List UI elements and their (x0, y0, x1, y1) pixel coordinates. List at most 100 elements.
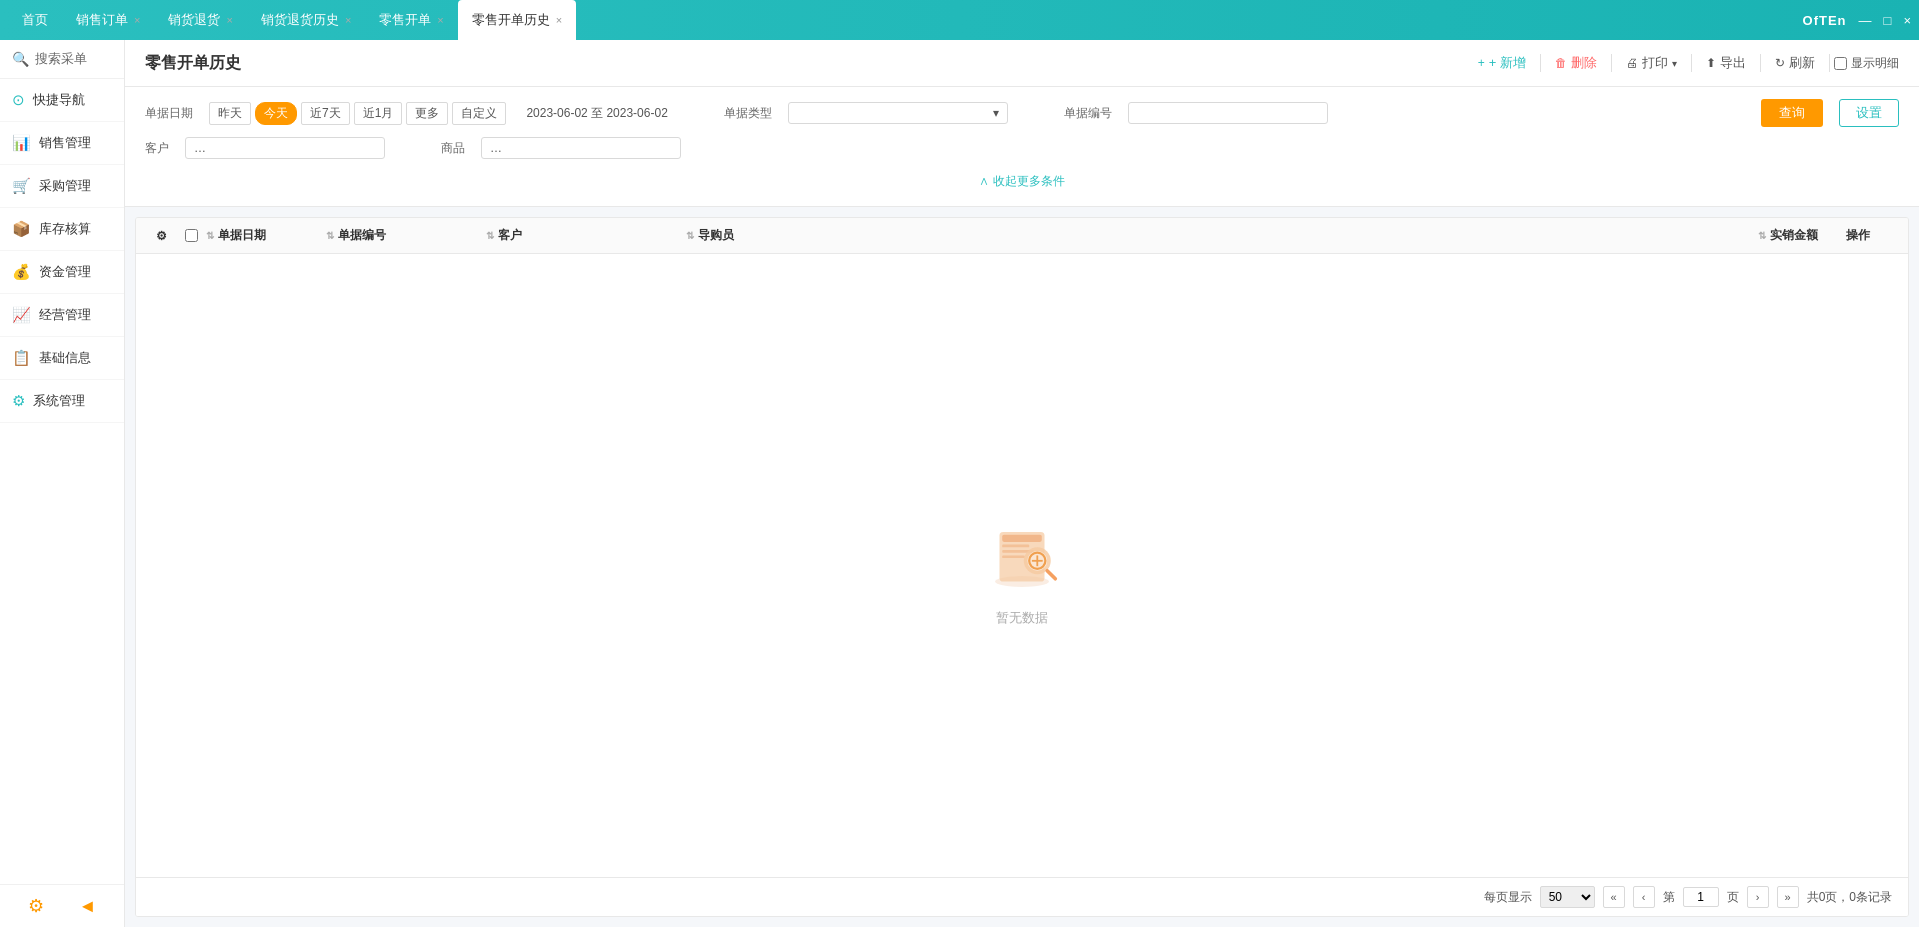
sidebar-item-quicknav[interactable]: ⊙ 快捷导航 (0, 79, 124, 122)
top-bar: 首页 销售订单 × 销货退货 × 销货退货历史 × 零售开单 × 零售开单历史 … (0, 0, 1919, 40)
column-header-no: ⇅ 单据编号 (326, 227, 486, 244)
column-header-gear[interactable]: ⚙ (146, 229, 176, 243)
close-tab-sales-order[interactable]: × (134, 14, 140, 26)
sidebar-item-label-sales: 销售管理 (39, 134, 91, 152)
collapse-icon[interactable]: ◄ (79, 896, 97, 917)
next-page-button[interactable]: › (1747, 886, 1769, 908)
tab-retail-order[interactable]: 零售开单 × (365, 0, 457, 40)
prev-page-button[interactable]: ‹ (1633, 886, 1655, 908)
delete-button[interactable]: 🗑 删除 (1545, 50, 1607, 76)
date-btn-7days[interactable]: 近7天 (301, 102, 350, 125)
add-button[interactable]: + + 新增 (1468, 50, 1536, 76)
select-all-checkbox[interactable] (185, 229, 198, 242)
svg-rect-5 (1002, 555, 1024, 558)
last-page-button[interactable]: » (1777, 886, 1799, 908)
maximize-button[interactable]: □ (1884, 13, 1892, 28)
date-btn-group: 昨天 今天 近7天 近1月 更多 自定义 (209, 102, 506, 125)
close-tab-sales-return[interactable]: × (226, 14, 232, 26)
sidebar-search[interactable]: 🔍 搜索采单 (0, 40, 124, 79)
bill-no-input[interactable] (1128, 102, 1328, 124)
sidebar-search-label: 搜索采单 (35, 50, 87, 68)
sidebar: 🔍 搜索采单 ⊙ 快捷导航 📊 销售管理 🛒 采购管理 📦 库存核算 💰 (0, 40, 125, 927)
customer-filter-label: 客户 (145, 140, 169, 157)
per-page-select[interactable]: 50 10 20 100 (1540, 886, 1595, 908)
page-number-input[interactable] (1683, 887, 1719, 907)
operation-icon: 📈 (12, 306, 31, 324)
add-icon: + (1478, 56, 1485, 70)
export-button[interactable]: ⬆ 导出 (1696, 50, 1756, 76)
table-header: ⚙ ⇅ 单据日期 ⇅ 单据编号 ⇅ 客户 ⇅ 导购员 (136, 218, 1908, 254)
basicinfo-icon: 📋 (12, 349, 31, 367)
sidebar-item-inventory[interactable]: 📦 库存核算 (0, 208, 124, 251)
sidebar-bottom: ⚙ ◄ (0, 884, 124, 927)
tab-home[interactable]: 首页 (8, 0, 62, 40)
date-btn-custom[interactable]: 自定义 (452, 102, 506, 125)
tab-sales-order[interactable]: 销售订单 × (62, 0, 154, 40)
bill-type-select[interactable]: ▾ (788, 102, 1008, 124)
date-btn-yesterday[interactable]: 昨天 (209, 102, 251, 125)
pagination: 每页显示 50 10 20 100 « ‹ 第 页 › » 共0页，0条记录 (136, 877, 1908, 916)
column-header-guide: ⇅ 导购员 (686, 227, 806, 244)
filter-row-2: 客户 … 商品 … (145, 137, 1899, 159)
first-page-button[interactable]: « (1603, 886, 1625, 908)
column-header-amount: ⇅ 实销金额 (1718, 227, 1818, 244)
collapse-filter-btn[interactable]: ∧ 收起更多条件 (145, 169, 1899, 194)
date-btn-more[interactable]: 更多 (406, 102, 448, 125)
content-area: 零售开单历史 + + 新增 🗑 删除 🖨 打印 ▾ (125, 40, 1919, 927)
close-tab-sales-return-history[interactable]: × (345, 14, 351, 26)
minimize-button[interactable]: — (1859, 13, 1872, 28)
page-label: 第 (1663, 889, 1675, 906)
window-close-button[interactable]: × (1903, 13, 1911, 28)
date-btn-1month[interactable]: 近1月 (354, 102, 403, 125)
export-icon: ⬆ (1706, 56, 1716, 70)
settings-icon[interactable]: ⚙ (28, 895, 44, 917)
date-range-display: 2023-06-02 至 2023-06-02 (526, 105, 667, 122)
sort-icon-guide[interactable]: ⇅ (686, 230, 694, 241)
sidebar-item-label-system: 系统管理 (33, 392, 85, 410)
close-tab-retail-order[interactable]: × (437, 14, 443, 26)
separator-3 (1691, 54, 1692, 72)
date-btn-today[interactable]: 今天 (255, 102, 297, 125)
sidebar-item-finance[interactable]: 💰 资金管理 (0, 251, 124, 294)
main-layout: 🔍 搜索采单 ⊙ 快捷导航 📊 销售管理 🛒 采购管理 📦 库存核算 💰 (0, 40, 1919, 927)
sidebar-nav: ⊙ 快捷导航 📊 销售管理 🛒 采购管理 📦 库存核算 💰 资金管理 📈 (0, 79, 124, 884)
empty-state: 暂无数据 (136, 254, 1908, 877)
customer-select[interactable]: … (185, 137, 385, 159)
refresh-button[interactable]: ↻ 刷新 (1765, 50, 1825, 76)
query-button[interactable]: 查询 (1761, 99, 1823, 127)
system-icon: ⚙ (12, 392, 25, 410)
separator-1 (1540, 54, 1541, 72)
sort-icon-date[interactable]: ⇅ (206, 230, 214, 241)
setting-button[interactable]: 设置 (1839, 99, 1899, 127)
table-area: ⚙ ⇅ 单据日期 ⇅ 单据编号 ⇅ 客户 ⇅ 导购员 (135, 217, 1909, 917)
sidebar-item-system[interactable]: ⚙ 系统管理 (0, 380, 124, 423)
sort-icon-amount[interactable]: ⇅ (1758, 230, 1766, 241)
sidebar-item-sales[interactable]: 📊 销售管理 (0, 122, 124, 165)
purchase-icon: 🛒 (12, 177, 31, 195)
inventory-icon: 📦 (12, 220, 31, 238)
show-detail-input[interactable] (1834, 57, 1847, 70)
close-tab-retail-history[interactable]: × (556, 14, 562, 26)
print-button[interactable]: 🖨 打印 ▾ (1616, 50, 1687, 76)
window-controls: OfTEn — □ × (1803, 13, 1911, 28)
tab-retail-history[interactable]: 零售开单历史 × (458, 0, 576, 40)
sort-icon-no[interactable]: ⇅ (326, 230, 334, 241)
sales-icon: 📊 (12, 134, 31, 152)
sidebar-item-label-quicknav: 快捷导航 (33, 91, 85, 109)
sidebar-item-basic-info[interactable]: 📋 基础信息 (0, 337, 124, 380)
empty-text: 暂无数据 (996, 609, 1048, 627)
search-icon: 🔍 (12, 51, 29, 67)
show-detail-checkbox[interactable]: 显示明细 (1834, 55, 1899, 72)
sidebar-item-operation[interactable]: 📈 经营管理 (0, 294, 124, 337)
filter-area: 单据日期 昨天 今天 近7天 近1月 更多 自定义 2023-06-02 至 2… (125, 87, 1919, 207)
print-dropdown-icon: ▾ (1672, 58, 1677, 69)
tab-sales-return[interactable]: 销货退货 × (154, 0, 246, 40)
sort-icon-customer[interactable]: ⇅ (486, 230, 494, 241)
sidebar-item-purchase[interactable]: 🛒 采购管理 (0, 165, 124, 208)
total-records: 共0页，0条记录 (1807, 889, 1892, 906)
goods-select[interactable]: … (481, 137, 681, 159)
column-header-checkbox[interactable] (176, 229, 206, 242)
tab-sales-return-history[interactable]: 销货退货历史 × (247, 0, 365, 40)
refresh-icon: ↻ (1775, 56, 1785, 70)
empty-illustration (977, 505, 1067, 595)
